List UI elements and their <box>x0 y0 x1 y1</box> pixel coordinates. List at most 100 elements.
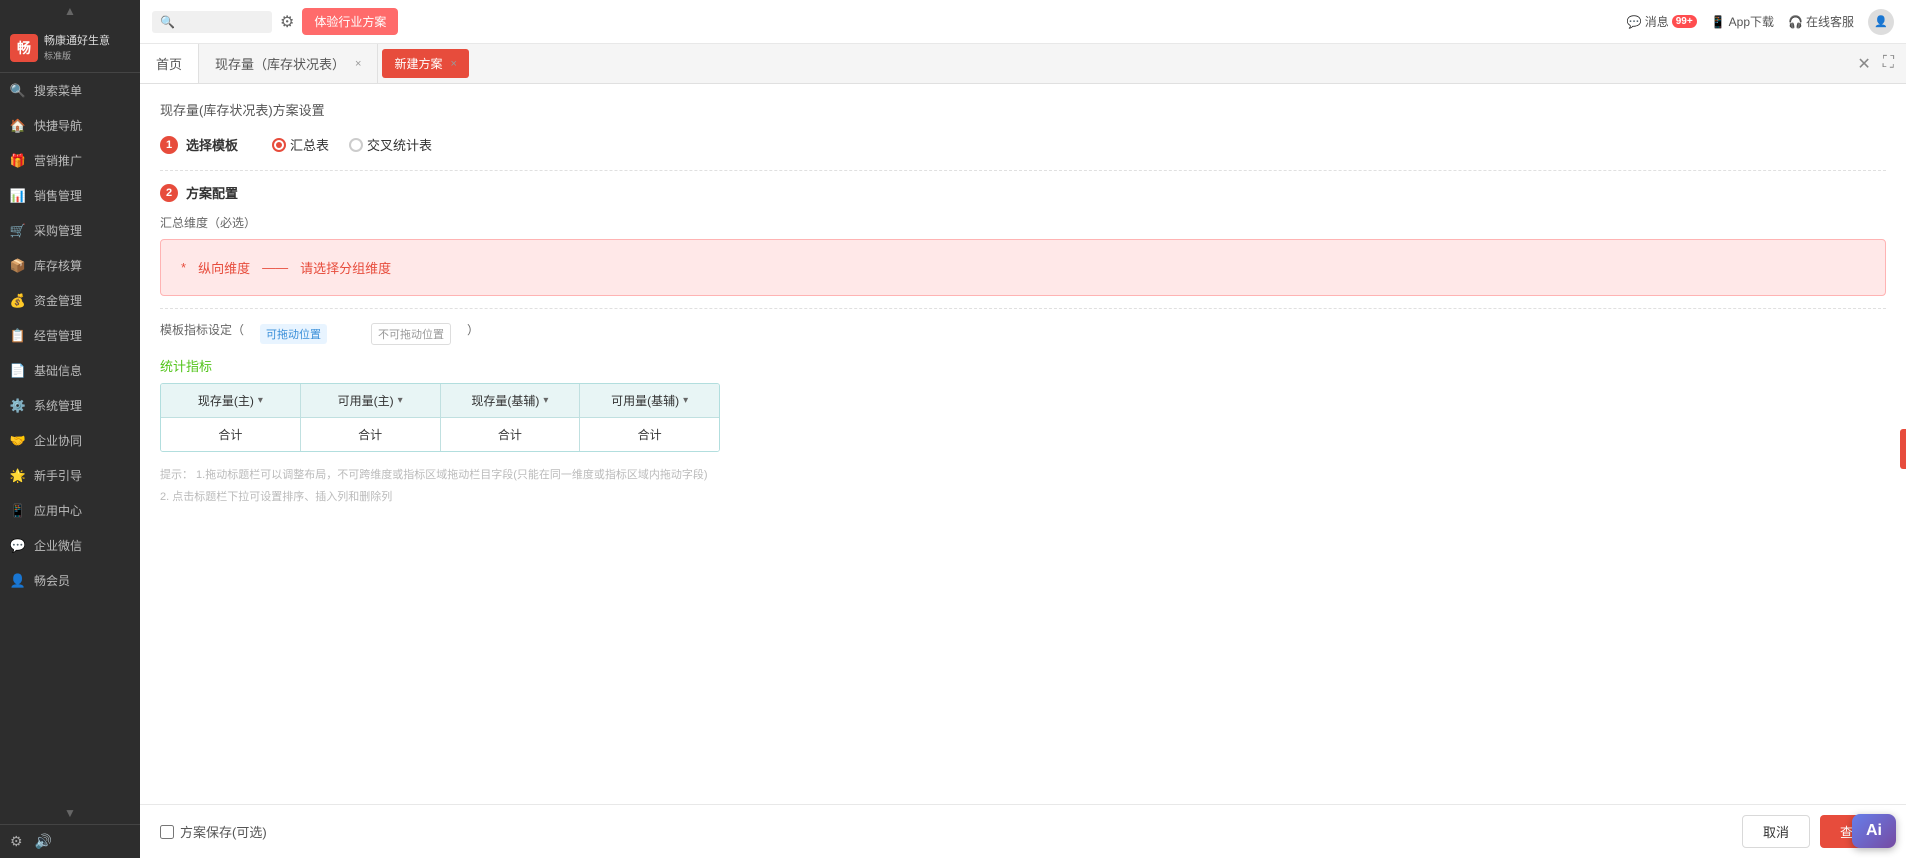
member-icon: 👤 <box>10 573 26 589</box>
user-avatar[interactable]: 👤 <box>1868 9 1894 35</box>
gift-icon: 🎁 <box>10 153 26 169</box>
sidebar-scroll-down[interactable]: ▼ <box>0 802 140 824</box>
sidebar-item-label: 企业微信 <box>34 537 82 554</box>
sidebar-bottom: ⚙ 🔊 <box>0 824 140 858</box>
topbar-right: 💬 消息 99+ 📱 App下载 🎧 在线客服 👤 <box>1627 9 1894 35</box>
sidebar-logo: 畅 畅康通好生意 标准版 <box>0 22 140 73</box>
stats-header-cell-2[interactable]: 现存量(基辅) ▾ <box>441 384 581 417</box>
logo-text: 畅康通好生意 <box>44 34 110 48</box>
sidebar-item-label: 应用中心 <box>34 502 82 519</box>
radio-summary[interactable]: 汇总表 <box>272 135 329 154</box>
sidebar-item-finance[interactable]: 💰 资金管理 <box>0 283 140 318</box>
chevron-down-icon-1: ▾ <box>398 395 403 406</box>
box-icon: 📦 <box>10 258 26 274</box>
logo-icon: 畅 <box>10 34 38 62</box>
sidebar-item-newguide[interactable]: 🌟 新手引导 <box>0 458 140 493</box>
online-service-label: 在线客服 <box>1806 13 1854 30</box>
stats-header-cell-1[interactable]: 可用量(主) ▾ <box>301 384 441 417</box>
sidebar-item-member[interactable]: 👤 畅会员 <box>0 563 140 598</box>
content-area: 现存量(库存状况表)方案设置 1 选择模板 汇总表 交叉统计表 <box>140 84 1906 804</box>
sidebar-item-basic[interactable]: 📄 基础信息 <box>0 353 140 388</box>
sidebar-item-shortcut[interactable]: 🏠 快捷导航 <box>0 108 140 143</box>
stats-data-cell-0: 合计 <box>161 418 301 451</box>
sidebar-item-inventory[interactable]: 📦 库存核算 <box>0 248 140 283</box>
topbar-left: 🔍 ⚙ 体验行业方案 <box>152 8 398 35</box>
save-checkbox[interactable] <box>160 825 174 839</box>
tips-box: 提示： 1.拖动标题栏可以调整布局，不可跨维度或指标区域拖动栏目字段(只能在同一… <box>160 464 1886 508</box>
volume-icon[interactable]: 🔊 <box>35 833 52 850</box>
stats-header-cell-3[interactable]: 可用量(基辅) ▾ <box>580 384 719 417</box>
sidebar-scroll-up[interactable]: ▲ <box>0 0 140 22</box>
sidebar-item-enterprise[interactable]: 🤝 企业协同 <box>0 423 140 458</box>
message-button[interactable]: 💬 消息 99+ <box>1627 13 1697 30</box>
sidebar-item-label: 营销推广 <box>34 152 82 169</box>
topbar: 🔍 ⚙ 体验行业方案 💬 消息 99+ 📱 App下载 🎧 在线客服 👤 <box>140 0 1906 44</box>
section-2-title: 方案配置 <box>186 183 238 202</box>
topbar-search[interactable]: 🔍 <box>152 11 272 33</box>
industry-plan-button[interactable]: 体验行业方案 <box>302 8 398 35</box>
sidebar-item-business[interactable]: 📋 经营管理 <box>0 318 140 353</box>
chat-icon: 💬 <box>10 538 26 554</box>
service-icon: 🎧 <box>1788 15 1803 29</box>
sidebar: ▲ 畅 畅康通好生意 标准版 🔍 搜索菜单 🏠 快捷导航 🎁 营销推广 📊 销售… <box>0 0 140 858</box>
topbar-gear-icon[interactable]: ⚙ <box>280 12 294 32</box>
divider-2 <box>160 308 1886 309</box>
search-icon: 🔍 <box>160 15 175 29</box>
tab-home[interactable]: 首页 <box>140 44 199 83</box>
section-1-header: 1 选择模板 汇总表 交叉统计表 <box>160 135 1886 154</box>
phone-icon: 📱 <box>10 503 26 519</box>
stats-data-cell-1: 合计 <box>301 418 441 451</box>
stats-col-3-label: 可用量(基辅) <box>611 392 679 409</box>
sidebar-item-search[interactable]: 🔍 搜索菜单 <box>0 73 140 108</box>
star-icon: 🌟 <box>10 468 26 484</box>
home-icon: 🏠 <box>10 118 26 134</box>
section-1: 1 选择模板 汇总表 交叉统计表 <box>160 135 1886 154</box>
gear-icon: ⚙️ <box>10 398 26 414</box>
tab-inventory-status[interactable]: 现存量（库存状况表） × <box>199 44 378 83</box>
tips-line-1: 提示： 1.拖动标题栏可以调整布局，不可跨维度或指标区域拖动栏目字段(只能在同一… <box>160 464 1886 486</box>
cancel-button[interactable]: 取消 <box>1742 815 1810 848</box>
tab-home-label: 首页 <box>156 54 182 73</box>
template-options: 汇总表 交叉统计表 <box>272 135 432 154</box>
dimension-box[interactable]: * 纵向维度 —— 请选择分组维度 <box>160 239 1886 296</box>
tab-new-plan-close[interactable]: × <box>450 58 456 70</box>
radio-summary-dot <box>272 138 286 152</box>
online-service-button[interactable]: 🎧 在线客服 <box>1788 13 1854 30</box>
dim-required-mark: * <box>181 260 186 275</box>
sidebar-item-label: 新手引导 <box>34 467 82 484</box>
main-area: 🔍 ⚙ 体验行业方案 💬 消息 99+ 📱 App下载 🎧 在线客服 👤 <box>140 0 1906 858</box>
sidebar-item-system[interactable]: ⚙️ 系统管理 <box>0 388 140 423</box>
stats-header-cell-0[interactable]: 现存量(主) ▾ <box>161 384 301 417</box>
non-draggable-badge: 不可拖动位置 <box>371 323 451 345</box>
save-checkbox-label: 方案保存(可选) <box>180 822 267 841</box>
draggable-badge: 可拖动位置 <box>260 324 327 344</box>
stats-data-row: 合计 合计 合计 合计 <box>161 417 719 451</box>
app-download-button[interactable]: 📱 App下载 <box>1711 13 1774 30</box>
tab-new-plan[interactable]: 新建方案 × <box>382 49 468 78</box>
sidebar-item-marketing[interactable]: 🎁 营销推广 <box>0 143 140 178</box>
indicator-label: 模板指标设定（ <box>160 321 244 338</box>
tab-close-icon[interactable]: ✕ <box>1853 50 1874 78</box>
sidebar-item-appcenter[interactable]: 📱 应用中心 <box>0 493 140 528</box>
sidebar-item-wechat[interactable]: 💬 企业微信 <box>0 528 140 563</box>
money-icon: 💰 <box>10 293 26 309</box>
handshake-icon: 🤝 <box>10 433 26 449</box>
sidebar-item-label: 搜索菜单 <box>34 82 82 99</box>
sidebar-item-purchase[interactable]: 🛒 采购管理 <box>0 213 140 248</box>
section-2-number: 2 <box>160 184 178 202</box>
dim-dash: —— <box>262 260 288 275</box>
settings-icon[interactable]: ⚙ <box>10 833 23 850</box>
sidebar-item-sales[interactable]: 📊 销售管理 <box>0 178 140 213</box>
sidebar-item-label: 库存核算 <box>34 257 82 274</box>
stats-header-row: 现存量(主) ▾ 可用量(主) ▾ 现存量(基辅) ▾ 可用量(基辅) <box>161 384 719 417</box>
tab-expand-icon[interactable]: ⛶ <box>1879 50 1898 78</box>
radio-cross[interactable]: 交叉统计表 <box>349 135 432 154</box>
right-edge-handle[interactable] <box>1900 429 1906 469</box>
ai-float-button[interactable]: Ai <box>1852 814 1896 848</box>
sidebar-item-label: 资金管理 <box>34 292 82 309</box>
tabs-bar: 首页 现存量（库存状况表） × 新建方案 × ✕ ⛶ <box>140 44 1906 84</box>
tab-inventory-close[interactable]: × <box>355 58 361 70</box>
radio-cross-dot <box>349 138 363 152</box>
clipboard-icon: 📋 <box>10 328 26 344</box>
divider-1 <box>160 170 1886 171</box>
